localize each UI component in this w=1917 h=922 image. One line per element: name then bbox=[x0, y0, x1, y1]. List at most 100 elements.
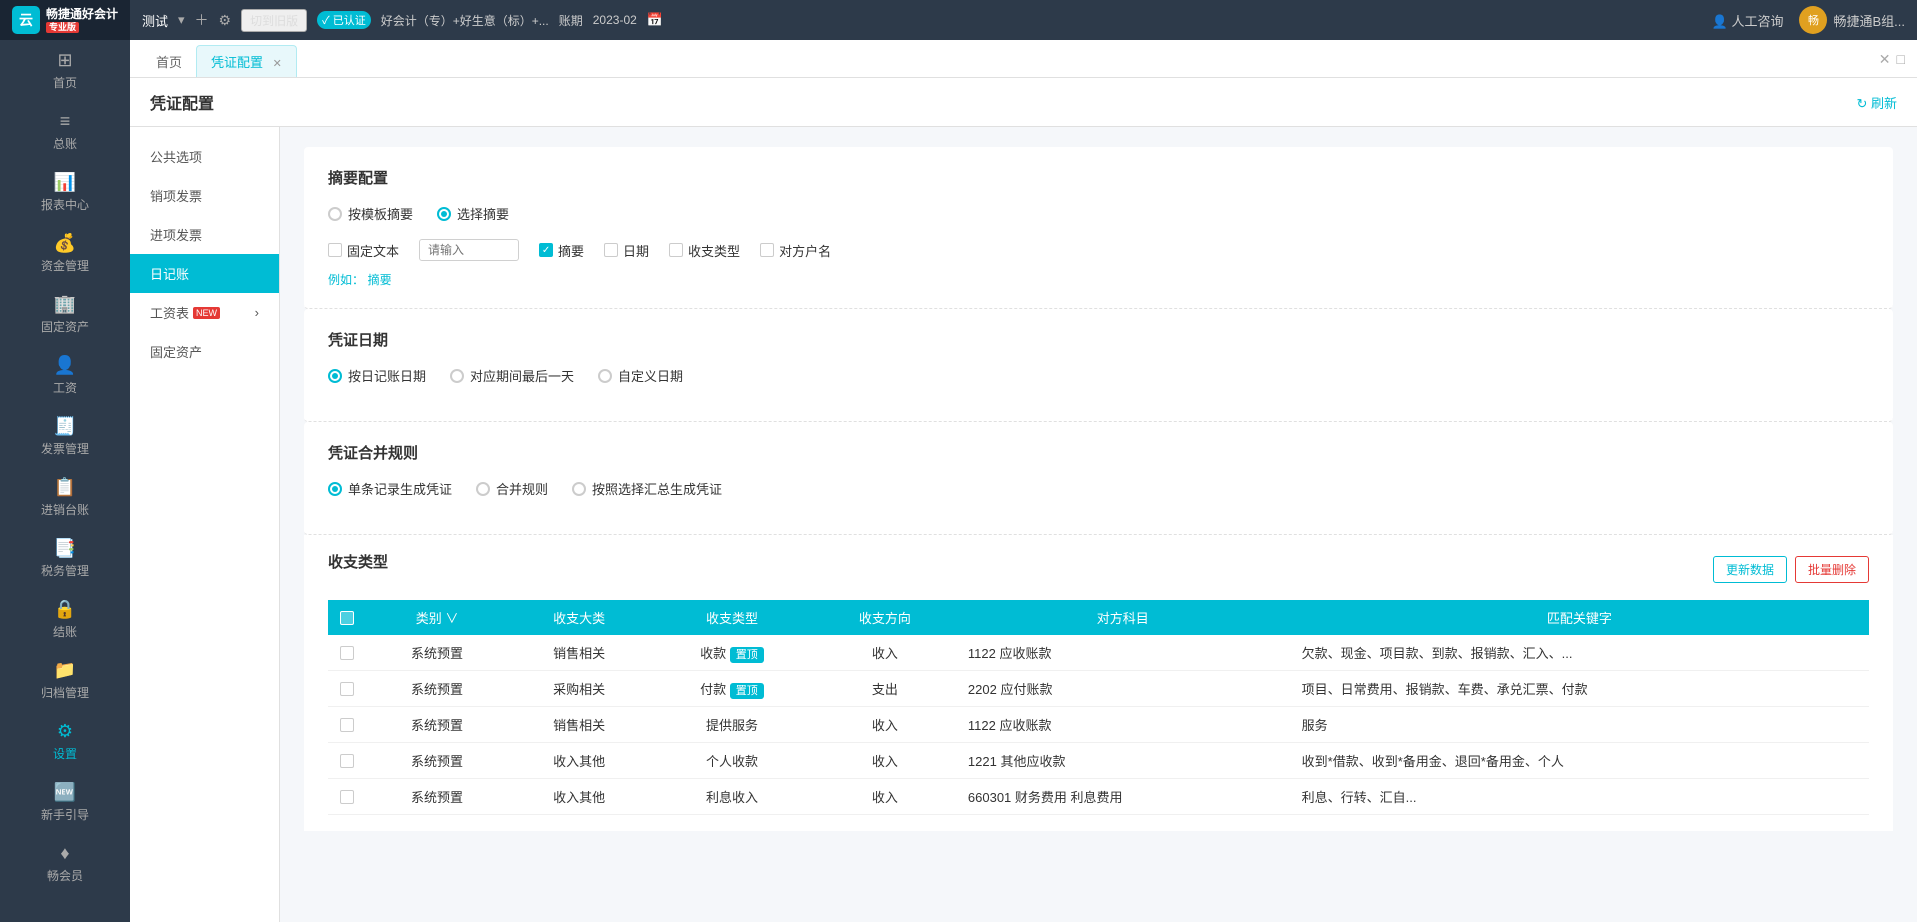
assets-icon: 🏢 bbox=[54, 294, 76, 315]
table-header-row: 收支类型 更新数据 批量删除 bbox=[328, 551, 1869, 588]
settings-icon: ⚙ bbox=[57, 721, 73, 742]
left-nav-journal[interactable]: 日记账 bbox=[130, 254, 279, 293]
sidebar-item-home[interactable]: ⊞ 首页 bbox=[0, 40, 130, 101]
row2-category: 系统预置 bbox=[366, 671, 508, 707]
radio-summary-generate[interactable]: 按照选择汇总生成凭证 bbox=[572, 479, 722, 498]
row1-type-tag[interactable]: 置顶 bbox=[730, 647, 764, 663]
merge-rules-title: 凭证合并规则 bbox=[328, 442, 1869, 463]
sidebar-item-newbie[interactable]: 🆕 新手引导 bbox=[0, 772, 130, 833]
row1-checkbox[interactable] bbox=[340, 646, 354, 660]
left-nav-payroll[interactable]: 工资表 NEW › bbox=[130, 293, 279, 332]
radio-last-day-label: 对应期间最后一天 bbox=[470, 366, 574, 385]
topbar-user[interactable]: 畅 畅捷通B组... bbox=[1799, 6, 1905, 34]
row4-direction: 收入 bbox=[814, 743, 956, 779]
left-nav-sales-invoice[interactable]: 销项发票 bbox=[130, 176, 279, 215]
radio-journal-date-circle bbox=[328, 369, 342, 383]
tab-voucher-config[interactable]: 凭证配置 ✕ bbox=[196, 45, 297, 77]
sidebar-item-close-account[interactable]: 🔒 结账 bbox=[0, 589, 130, 650]
checkbox-summary-label: 摘要 bbox=[558, 241, 584, 260]
btn-batch-delete[interactable]: 批量删除 bbox=[1795, 556, 1869, 583]
page-title: 凭证配置 bbox=[150, 90, 214, 114]
right-content: 摘要配置 按模板摘要 选择摘要 固定文本 bbox=[280, 127, 1917, 922]
table-row: 系统预置 收入其他 个人收款 收入 1221 其他应收款 收到*借款、收到*备用… bbox=[328, 743, 1869, 779]
radio-journal-date[interactable]: 按日记账日期 bbox=[328, 366, 426, 385]
sidebar-item-assets[interactable]: 🏢 固定资产 bbox=[0, 284, 130, 345]
btn-update[interactable]: 更新数据 bbox=[1713, 556, 1787, 583]
radio-merge-rule[interactable]: 合并规则 bbox=[476, 479, 548, 498]
voucher-date-title: 凭证日期 bbox=[328, 329, 1869, 350]
sidebar-item-purchase-sales[interactable]: 📋 进销台账 bbox=[0, 467, 130, 528]
checkbox-fixed-text[interactable]: 固定文本 bbox=[328, 241, 399, 260]
row1-type: 收款 置顶 bbox=[650, 635, 814, 671]
tab-voucher-config-label: 凭证配置 bbox=[211, 55, 263, 70]
payroll-arrow-icon: › bbox=[255, 305, 259, 320]
tab-close-icon[interactable]: ✕ bbox=[273, 58, 282, 70]
row5-type: 利息收入 bbox=[650, 779, 814, 815]
checkbox-cp-name-label: 对方户名 bbox=[779, 241, 831, 260]
merge-rules-radio-group: 单条记录生成凭证 合并规则 按照选择汇总生成凭证 bbox=[328, 479, 1869, 498]
income-expense-table: 类别 ∨ 收支大类 收支类型 收支方向 对方科目 匹配关键字 系统预置 销售相 bbox=[328, 600, 1869, 815]
sidebar-item-home-label: 首页 bbox=[53, 74, 77, 91]
left-nav-purchase-invoice[interactable]: 进项发票 bbox=[130, 215, 279, 254]
left-nav-fixed-assets[interactable]: 固定资产 bbox=[130, 332, 279, 371]
checkbox-fixed-text-box bbox=[328, 243, 342, 257]
checkbox-income-expense-type[interactable]: 收支类型 bbox=[669, 241, 740, 260]
radio-single-record[interactable]: 单条记录生成凭证 bbox=[328, 479, 452, 498]
sidebar-item-tax[interactable]: 📑 税务管理 bbox=[0, 528, 130, 589]
tabbar: 首页 凭证配置 ✕ bbox=[130, 40, 1917, 78]
window-maximize-btn[interactable]: □ bbox=[1897, 51, 1905, 67]
tab-home-label: 首页 bbox=[156, 55, 182, 70]
topbar-dropdown-arrow[interactable]: ▾ bbox=[178, 12, 185, 28]
radio-custom-date[interactable]: 自定义日期 bbox=[598, 366, 683, 385]
left-nav-public[interactable]: 公共选项 bbox=[130, 137, 279, 176]
topbar: 测试 ▾ ＋ ⚙ 切到旧版 ✓ 已认证 好会计（专）+好生意（标）+... 账期… bbox=[130, 0, 1917, 40]
sidebar-item-archive[interactable]: 📁 归档管理 bbox=[0, 650, 130, 711]
radio-template-summary[interactable]: 按模板摘要 bbox=[328, 204, 413, 223]
select-all-checkbox[interactable] bbox=[340, 611, 354, 625]
refresh-btn[interactable]: ↻ 刷新 bbox=[1856, 93, 1897, 112]
main-content: 凭证配置 ↻ 刷新 公共选项 销项发票 进项发票 日记账 工资表 NEW › bbox=[130, 78, 1917, 922]
sidebar-item-member[interactable]: ♦ 畅会员 bbox=[0, 833, 130, 894]
sidebar-item-funds[interactable]: 💰 资金管理 bbox=[0, 223, 130, 284]
row2-type-tag[interactable]: 置顶 bbox=[730, 683, 764, 699]
radio-select-summary[interactable]: 选择摘要 bbox=[437, 204, 509, 223]
home-icon: ⊞ bbox=[57, 50, 72, 71]
sidebar-item-assets-label: 固定资产 bbox=[41, 318, 89, 335]
topbar-switch-btn[interactable]: 切到旧版 bbox=[241, 9, 307, 32]
reports-icon: 📊 bbox=[54, 172, 76, 193]
row2-checkbox[interactable] bbox=[340, 682, 354, 696]
topbar-tags: 好会计（专）+好生意（标）+... bbox=[381, 12, 549, 29]
fixed-text-input[interactable] bbox=[419, 239, 519, 261]
sidebar-item-invoice[interactable]: 🧾 发票管理 bbox=[0, 406, 130, 467]
layout: 公共选项 销项发票 进项发票 日记账 工资表 NEW › 固定资产 bbox=[130, 127, 1917, 922]
row5-checkbox[interactable] bbox=[340, 790, 354, 804]
row4-type: 个人收款 bbox=[650, 743, 814, 779]
topbar-period-value: 2023-02 bbox=[593, 13, 637, 27]
checkbox-date[interactable]: 日期 bbox=[604, 241, 649, 260]
window-close-btn[interactable]: ✕ bbox=[1879, 51, 1891, 68]
left-nav-journal-label: 日记账 bbox=[150, 264, 189, 283]
radio-last-day[interactable]: 对应期间最后一天 bbox=[450, 366, 574, 385]
sidebar-item-settings[interactable]: ⚙ 设置 bbox=[0, 711, 130, 772]
sidebar-item-reports[interactable]: 📊 报表中心 bbox=[0, 162, 130, 223]
tab-home[interactable]: 首页 bbox=[142, 46, 196, 77]
th-checkbox bbox=[328, 600, 366, 635]
row4-checkbox[interactable] bbox=[340, 754, 354, 768]
sidebar-item-salary[interactable]: 👤 工资 bbox=[0, 345, 130, 406]
checkbox-counterparty-name[interactable]: 对方户名 bbox=[760, 241, 831, 260]
row1-direction: 收入 bbox=[814, 635, 956, 671]
row3-checkbox[interactable] bbox=[340, 718, 354, 732]
topbar-consult[interactable]: 👤 人工咨询 bbox=[1712, 11, 1784, 30]
voucher-date-section: 凭证日期 按日记账日期 对应期间最后一天 自定义日期 bbox=[304, 309, 1893, 422]
topbar-settings-icon[interactable]: ⚙ bbox=[219, 12, 232, 29]
sidebar-item-ledger[interactable]: ≡ 总账 bbox=[0, 101, 130, 162]
funds-icon: 💰 bbox=[54, 233, 76, 254]
merge-rules-section: 凭证合并规则 单条记录生成凭证 合并规则 按照选择汇总生成凭证 bbox=[304, 422, 1893, 535]
calendar-icon[interactable]: 📅 bbox=[647, 12, 663, 28]
topbar-add-icon[interactable]: ＋ bbox=[195, 10, 209, 30]
row1-category: 系统预置 bbox=[366, 635, 508, 671]
checkbox-summary[interactable]: ✓ 摘要 bbox=[539, 241, 584, 260]
sidebar-item-newbie-label: 新手引导 bbox=[41, 806, 89, 823]
th-category: 类别 ∨ bbox=[366, 600, 508, 635]
sidebar-item-salary-label: 工资 bbox=[53, 379, 77, 396]
